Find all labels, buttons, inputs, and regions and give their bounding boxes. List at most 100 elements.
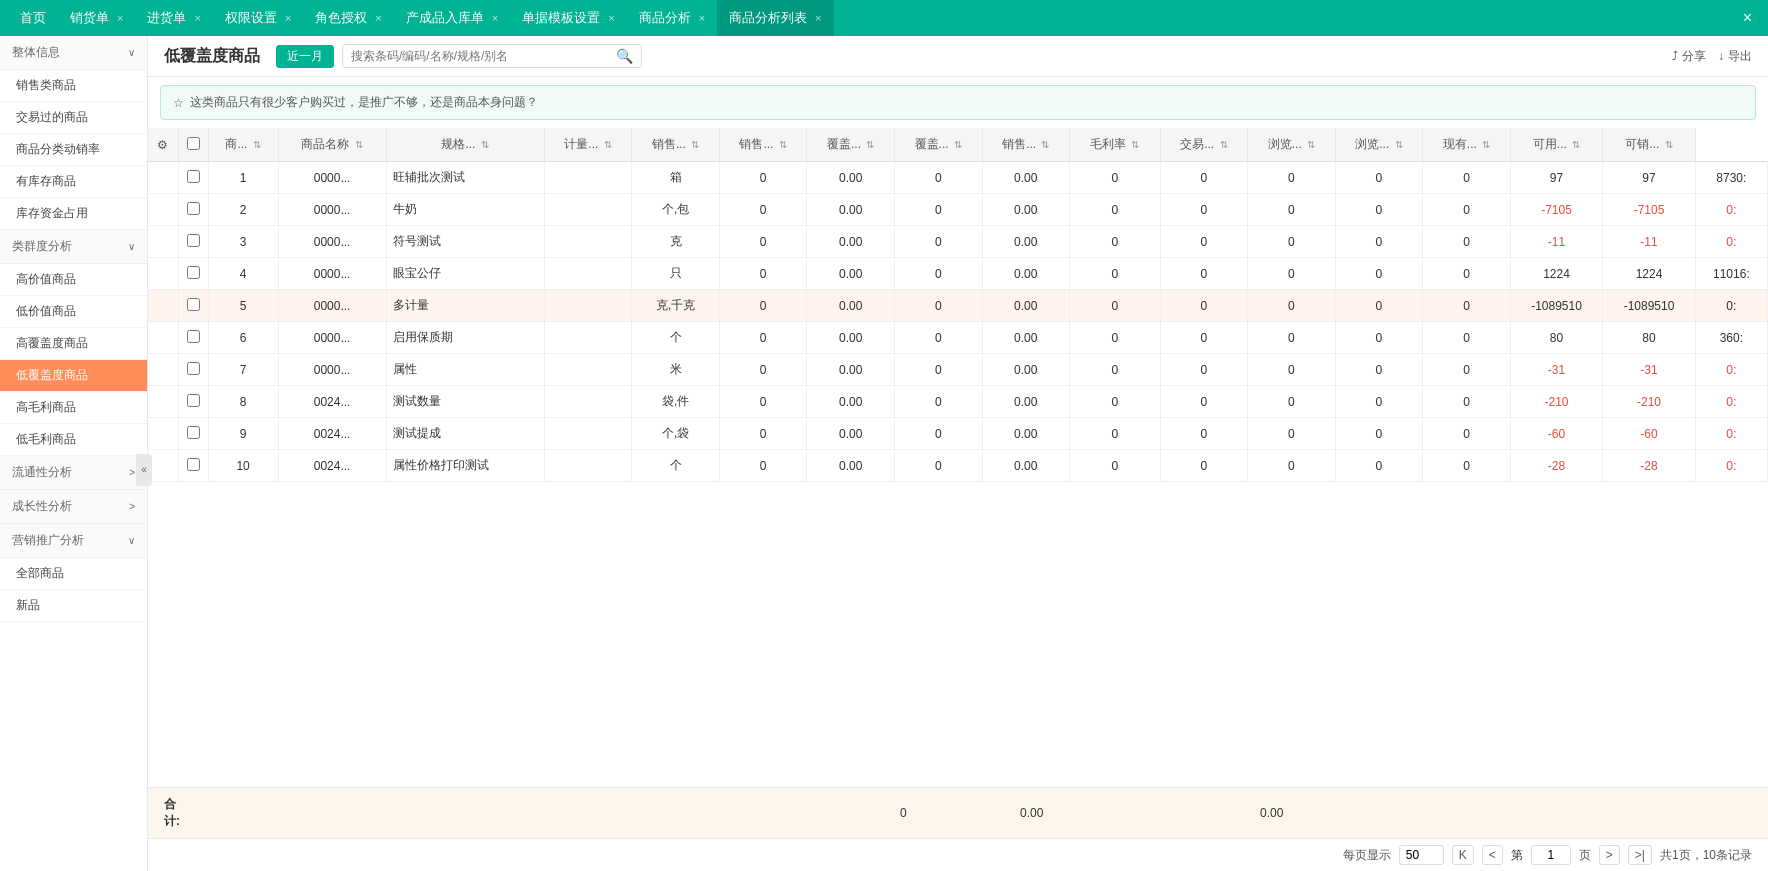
view1-link[interactable]: 0 — [1376, 363, 1383, 377]
view1-link[interactable]: 0 — [1376, 299, 1383, 313]
sidebar-item-capital[interactable]: 库存资金占用 — [0, 198, 147, 230]
chevron-right-icon: > — [129, 501, 135, 512]
col-unit[interactable]: 计量... ⇅ — [544, 128, 632, 162]
per-page-select[interactable]: 50 20 100 200 — [1399, 845, 1444, 865]
col-view1[interactable]: 浏览... ⇅ — [1248, 128, 1336, 162]
col-sales3[interactable]: 销售... ⇅ — [982, 128, 1070, 162]
close-icon[interactable]: × — [815, 0, 821, 36]
row-checkbox[interactable] — [187, 298, 200, 311]
row-checkbox[interactable] — [187, 170, 200, 183]
col-cover1[interactable]: 覆盖... ⇅ — [807, 128, 895, 162]
close-icon[interactable]: × — [285, 0, 291, 36]
chevron-right-icon: > — [129, 467, 135, 478]
sidebar-item-category-rate[interactable]: 商品分类动销率 — [0, 134, 147, 166]
col-spec[interactable]: 规格... ⇅ — [386, 128, 544, 162]
row-checkbox[interactable] — [187, 362, 200, 375]
time-filter-btn[interactable]: 近一月 — [276, 45, 334, 68]
export-btn[interactable]: ↓ 导出 — [1718, 48, 1752, 65]
view1-link[interactable]: 0 — [1376, 267, 1383, 281]
first-page-btn[interactable]: K — [1452, 845, 1474, 865]
row-checkbox[interactable] — [187, 234, 200, 247]
close-icon[interactable]: × — [492, 0, 498, 36]
col-available[interactable]: 可用... ⇅ — [1510, 128, 1602, 162]
sidebar-item-high-value[interactable]: 高价值商品 — [0, 264, 147, 296]
search-icon[interactable]: 🔍 — [616, 48, 633, 64]
col-trade[interactable]: 交易... ⇅ — [1160, 128, 1248, 162]
view1-link[interactable]: 0 — [1376, 235, 1383, 249]
col-cover2[interactable]: 覆盖... ⇅ — [894, 128, 982, 162]
sidebar-item-high-profit[interactable]: 高毛利商品 — [0, 392, 147, 424]
header-actions: ⤴ 分享 ↓ 导出 — [1672, 48, 1752, 65]
nav-product-stock[interactable]: 产成品入库单 × — [394, 0, 510, 36]
sidebar-section-overall[interactable]: 整体信息 ∨ — [0, 36, 147, 70]
sidebar-item-high-coverage[interactable]: 高覆盖度商品 — [0, 328, 147, 360]
window-close-btn[interactable]: × — [1735, 9, 1760, 27]
row-checkbox[interactable] — [187, 394, 200, 407]
checkbox-col-header[interactable] — [178, 128, 208, 162]
sidebar-item-low-profit[interactable]: 低毛利商品 — [0, 424, 147, 456]
col-gross-rate[interactable]: 毛利率 ⇅ — [1070, 128, 1160, 162]
col-current[interactable]: 现有... ⇅ — [1423, 128, 1511, 162]
view1-link[interactable]: 0 — [1376, 395, 1383, 409]
row-checkbox[interactable] — [187, 266, 200, 279]
close-icon[interactable]: × — [375, 0, 381, 36]
sidebar-section-circulation[interactable]: 流通性分析 > — [0, 456, 147, 490]
col-name[interactable]: 商品名称 ⇅ — [278, 128, 386, 162]
col-sales-qty[interactable]: 销售... ⇅ — [632, 128, 720, 162]
nav-home[interactable]: 首页 — [8, 0, 58, 36]
table-row: 70000...属性米00.0000.0000000-31-310: — [148, 354, 1768, 386]
sidebar-item-all-goods[interactable]: 全部商品 — [0, 558, 147, 590]
share-btn[interactable]: ⤴ 分享 — [1672, 48, 1706, 65]
col-sales-amt[interactable]: 销售... ⇅ — [719, 128, 807, 162]
page-input[interactable] — [1531, 845, 1571, 865]
content-header: 低覆盖度商品 近一月 🔍 ⤴ 分享 ↓ 导出 — [148, 36, 1768, 77]
select-all-checkbox[interactable] — [187, 137, 200, 150]
row-checkbox[interactable] — [187, 426, 200, 439]
last-page-btn[interactable]: >| — [1628, 845, 1652, 865]
view1-link[interactable]: 0 — [1376, 427, 1383, 441]
close-icon[interactable]: × — [117, 0, 123, 36]
close-icon[interactable]: × — [699, 0, 705, 36]
close-icon[interactable]: × — [194, 0, 200, 36]
nav-role-auth[interactable]: 角色授权 × — [303, 0, 393, 36]
sidebar-collapse-btn[interactable]: « — [136, 454, 152, 486]
view1-link[interactable]: 0 — [1376, 171, 1383, 185]
page-label: 页 — [1579, 847, 1591, 864]
nav-product-analysis[interactable]: 商品分析 × — [627, 0, 717, 36]
nav-product-analysis-list[interactable]: 商品分析列表 × — [717, 0, 833, 36]
total-sales-qty: 0 — [900, 806, 960, 820]
view1-link[interactable]: 0 — [1376, 203, 1383, 217]
nav-purchase-order[interactable]: 进货单 × — [135, 0, 212, 36]
sidebar-item-low-value[interactable]: 低价值商品 — [0, 296, 147, 328]
nav-permission[interactable]: 权限设置 × — [213, 0, 303, 36]
info-bar: ☆ 这类商品只有很少客户购买过，是推广不够，还是商品本身问题？ — [160, 85, 1756, 120]
info-text: 这类商品只有很少客户购买过，是推广不够，还是商品本身问题？ — [190, 94, 538, 111]
table-container[interactable]: ⚙ 商... ⇅ 商品名称 ⇅ 规格... ⇅ 计量... ⇅ 销售... ⇅ … — [148, 128, 1768, 787]
view1-link[interactable]: 0 — [1376, 459, 1383, 473]
total-values: 0 0.00 0.00 -1095554 -1095554 — [200, 806, 1768, 820]
col-view2[interactable]: 浏览... ⇅ — [1335, 128, 1423, 162]
search-input[interactable] — [351, 49, 612, 63]
view1-link[interactable]: 0 — [1376, 331, 1383, 345]
sidebar-item-sales-goods[interactable]: 销售类商品 — [0, 70, 147, 102]
sidebar-item-new-goods[interactable]: 新品 — [0, 590, 147, 622]
sidebar-section-growth[interactable]: 成长性分析 > — [0, 490, 147, 524]
sidebar-item-traded-goods[interactable]: 交易过的商品 — [0, 102, 147, 134]
row-checkbox[interactable] — [187, 330, 200, 343]
settings-col-header[interactable]: ⚙ — [148, 128, 178, 162]
nav-template[interactable]: 单据模板设置 × — [510, 0, 626, 36]
row-checkbox[interactable] — [187, 458, 200, 471]
content-body: 低覆盖度商品 近一月 🔍 ⤴ 分享 ↓ 导出 ☆ 这类商品只有很少客户购买过，是 — [148, 36, 1768, 871]
row-checkbox[interactable] — [187, 202, 200, 215]
prev-page-btn[interactable]: < — [1482, 845, 1503, 865]
nav-sales-order[interactable]: 销货单 × — [58, 0, 135, 36]
sidebar-item-low-coverage[interactable]: 低覆盖度商品 — [0, 360, 147, 392]
col-code[interactable]: 商... ⇅ — [208, 128, 278, 162]
col-saleable[interactable]: 可销... ⇅ — [1603, 128, 1695, 162]
close-icon[interactable]: × — [608, 0, 614, 36]
sidebar-item-in-stock[interactable]: 有库存商品 — [0, 166, 147, 198]
table-row: 30000...符号测试克00.0000.0000000-11-110: — [148, 226, 1768, 258]
next-page-btn[interactable]: > — [1599, 845, 1620, 865]
sidebar-section-marketing[interactable]: 营销推广分析 ∨ — [0, 524, 147, 558]
sidebar-section-cluster[interactable]: 类群度分析 ∨ — [0, 230, 147, 264]
